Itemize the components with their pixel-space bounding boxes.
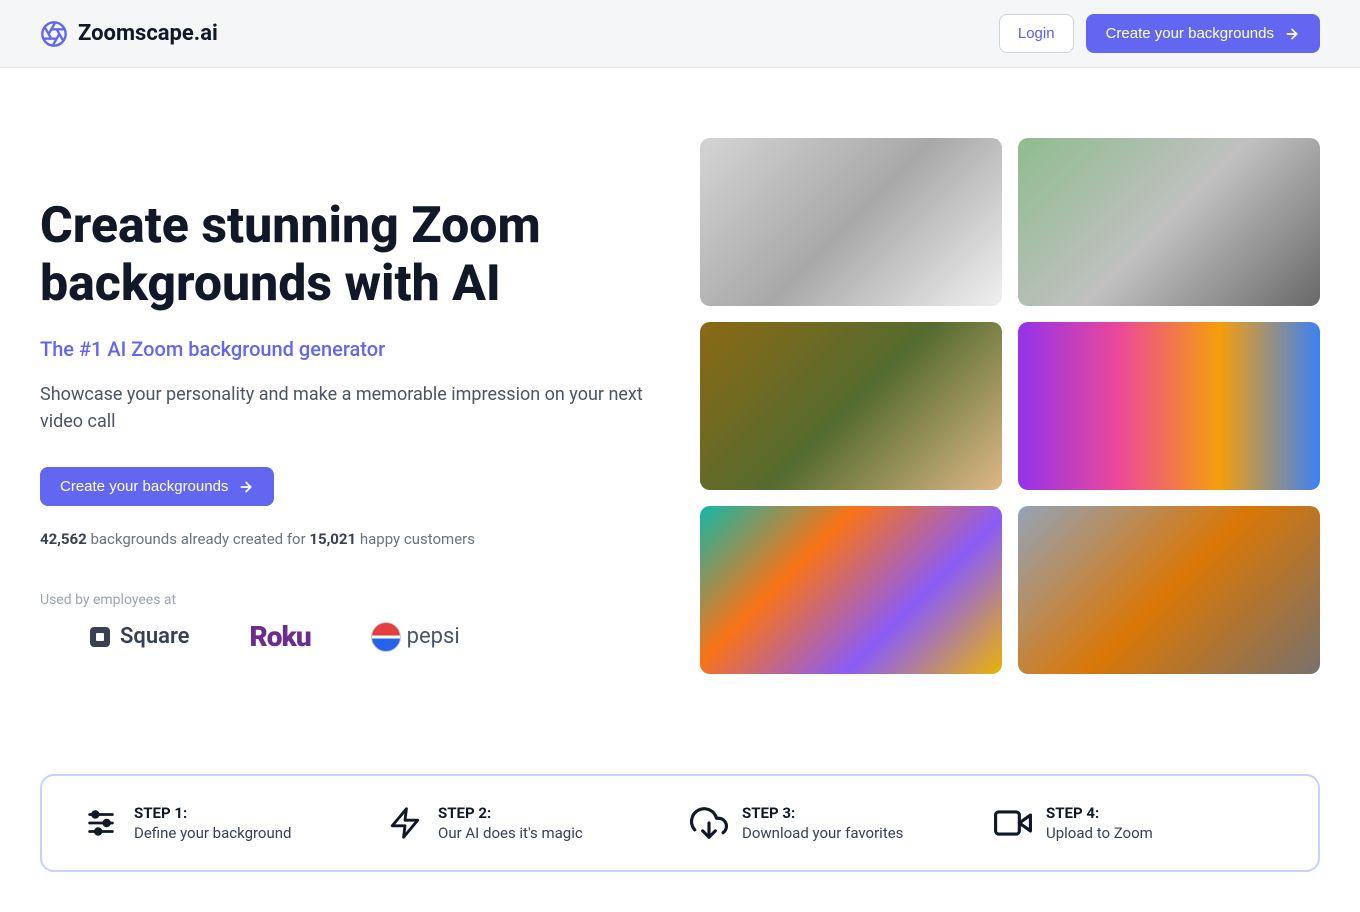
square-icon [88,625,112,649]
step-desc: Upload to Zoom [1046,824,1153,842]
hero-copy: Create stunning Zoom backgrounds with AI… [40,138,660,653]
example-image-3 [700,322,1002,490]
square-logo: Square [88,624,190,649]
step-desc: Our AI does it's magic [438,824,583,842]
hero-title: Create stunning Zoom backgrounds with AI [40,198,660,313]
step-1: STEP 1: Define your background [82,804,366,842]
example-image-6 [1018,506,1320,674]
create-backgrounds-header-button[interactable]: Create your backgrounds [1086,14,1320,53]
background-examples-grid [700,138,1320,674]
step-content: STEP 3: Download your favorites [742,804,903,842]
video-camera-icon [994,804,1032,842]
login-button[interactable]: Login [999,14,1074,53]
brand[interactable]: Zoomscape.ai [40,20,218,48]
example-image-2 [1018,138,1320,306]
step-content: STEP 4: Upload to Zoom [1046,804,1153,842]
example-image-1 [700,138,1002,306]
hero-section: Create stunning Zoom backgrounds with AI… [40,138,1320,674]
step-3: STEP 3: Download your favorites [690,804,974,842]
step-desc: Define your background [134,824,292,842]
brand-name: Zoomscape.ai [78,21,218,46]
roku-logo: Roku [250,620,311,653]
header-actions: Login Create your backgrounds [999,14,1320,53]
arrow-right-icon [238,479,254,495]
main-content: Create stunning Zoom backgrounds with AI… [0,68,1360,912]
pepsi-label: pepsi [407,624,460,649]
step-label: STEP 3: [742,804,903,822]
step-label: STEP 2: [438,804,583,822]
step-desc: Download your favorites [742,824,903,842]
used-by-label: Used by employees at [40,592,660,608]
step-label: STEP 1: [134,804,292,822]
step-label: STEP 4: [1046,804,1153,822]
example-image-5 [700,506,1002,674]
step-content: STEP 1: Define your background [134,804,292,842]
hero-subtitle: The #1 AI Zoom background generator [40,337,660,361]
pepsi-logo: pepsi [371,622,460,652]
company-logos: Square Roku pepsi [40,620,660,653]
stats-customers-count: 15,021 [309,530,356,548]
sliders-icon [82,804,120,842]
example-image-4 [1018,322,1320,490]
steps-section: STEP 1: Define your background STEP 2: O… [40,774,1320,872]
hero-description: Showcase your personality and make a mem… [40,381,660,435]
stats-line: 42,562 backgrounds already created for 1… [40,530,660,548]
lightning-icon [386,804,424,842]
step-4: STEP 4: Upload to Zoom [994,804,1278,842]
pepsi-icon [371,622,401,652]
create-backgrounds-hero-button[interactable]: Create your backgrounds [40,467,274,506]
stats-text-2: happy customers [356,530,475,548]
hero-cta-container: Create your backgrounds [40,467,660,506]
aperture-icon [40,20,68,48]
button-label: Create your backgrounds [60,478,228,495]
stats-backgrounds-count: 42,562 [40,530,87,548]
stats-text-1: backgrounds already created for [87,530,310,548]
arrow-right-icon [1284,26,1300,42]
step-2: STEP 2: Our AI does it's magic [386,804,670,842]
square-label: Square [120,624,190,649]
button-label: Create your backgrounds [1106,25,1274,42]
download-cloud-icon [690,804,728,842]
step-content: STEP 2: Our AI does it's magic [438,804,583,842]
site-header: Zoomscape.ai Login Create your backgroun… [0,0,1360,68]
